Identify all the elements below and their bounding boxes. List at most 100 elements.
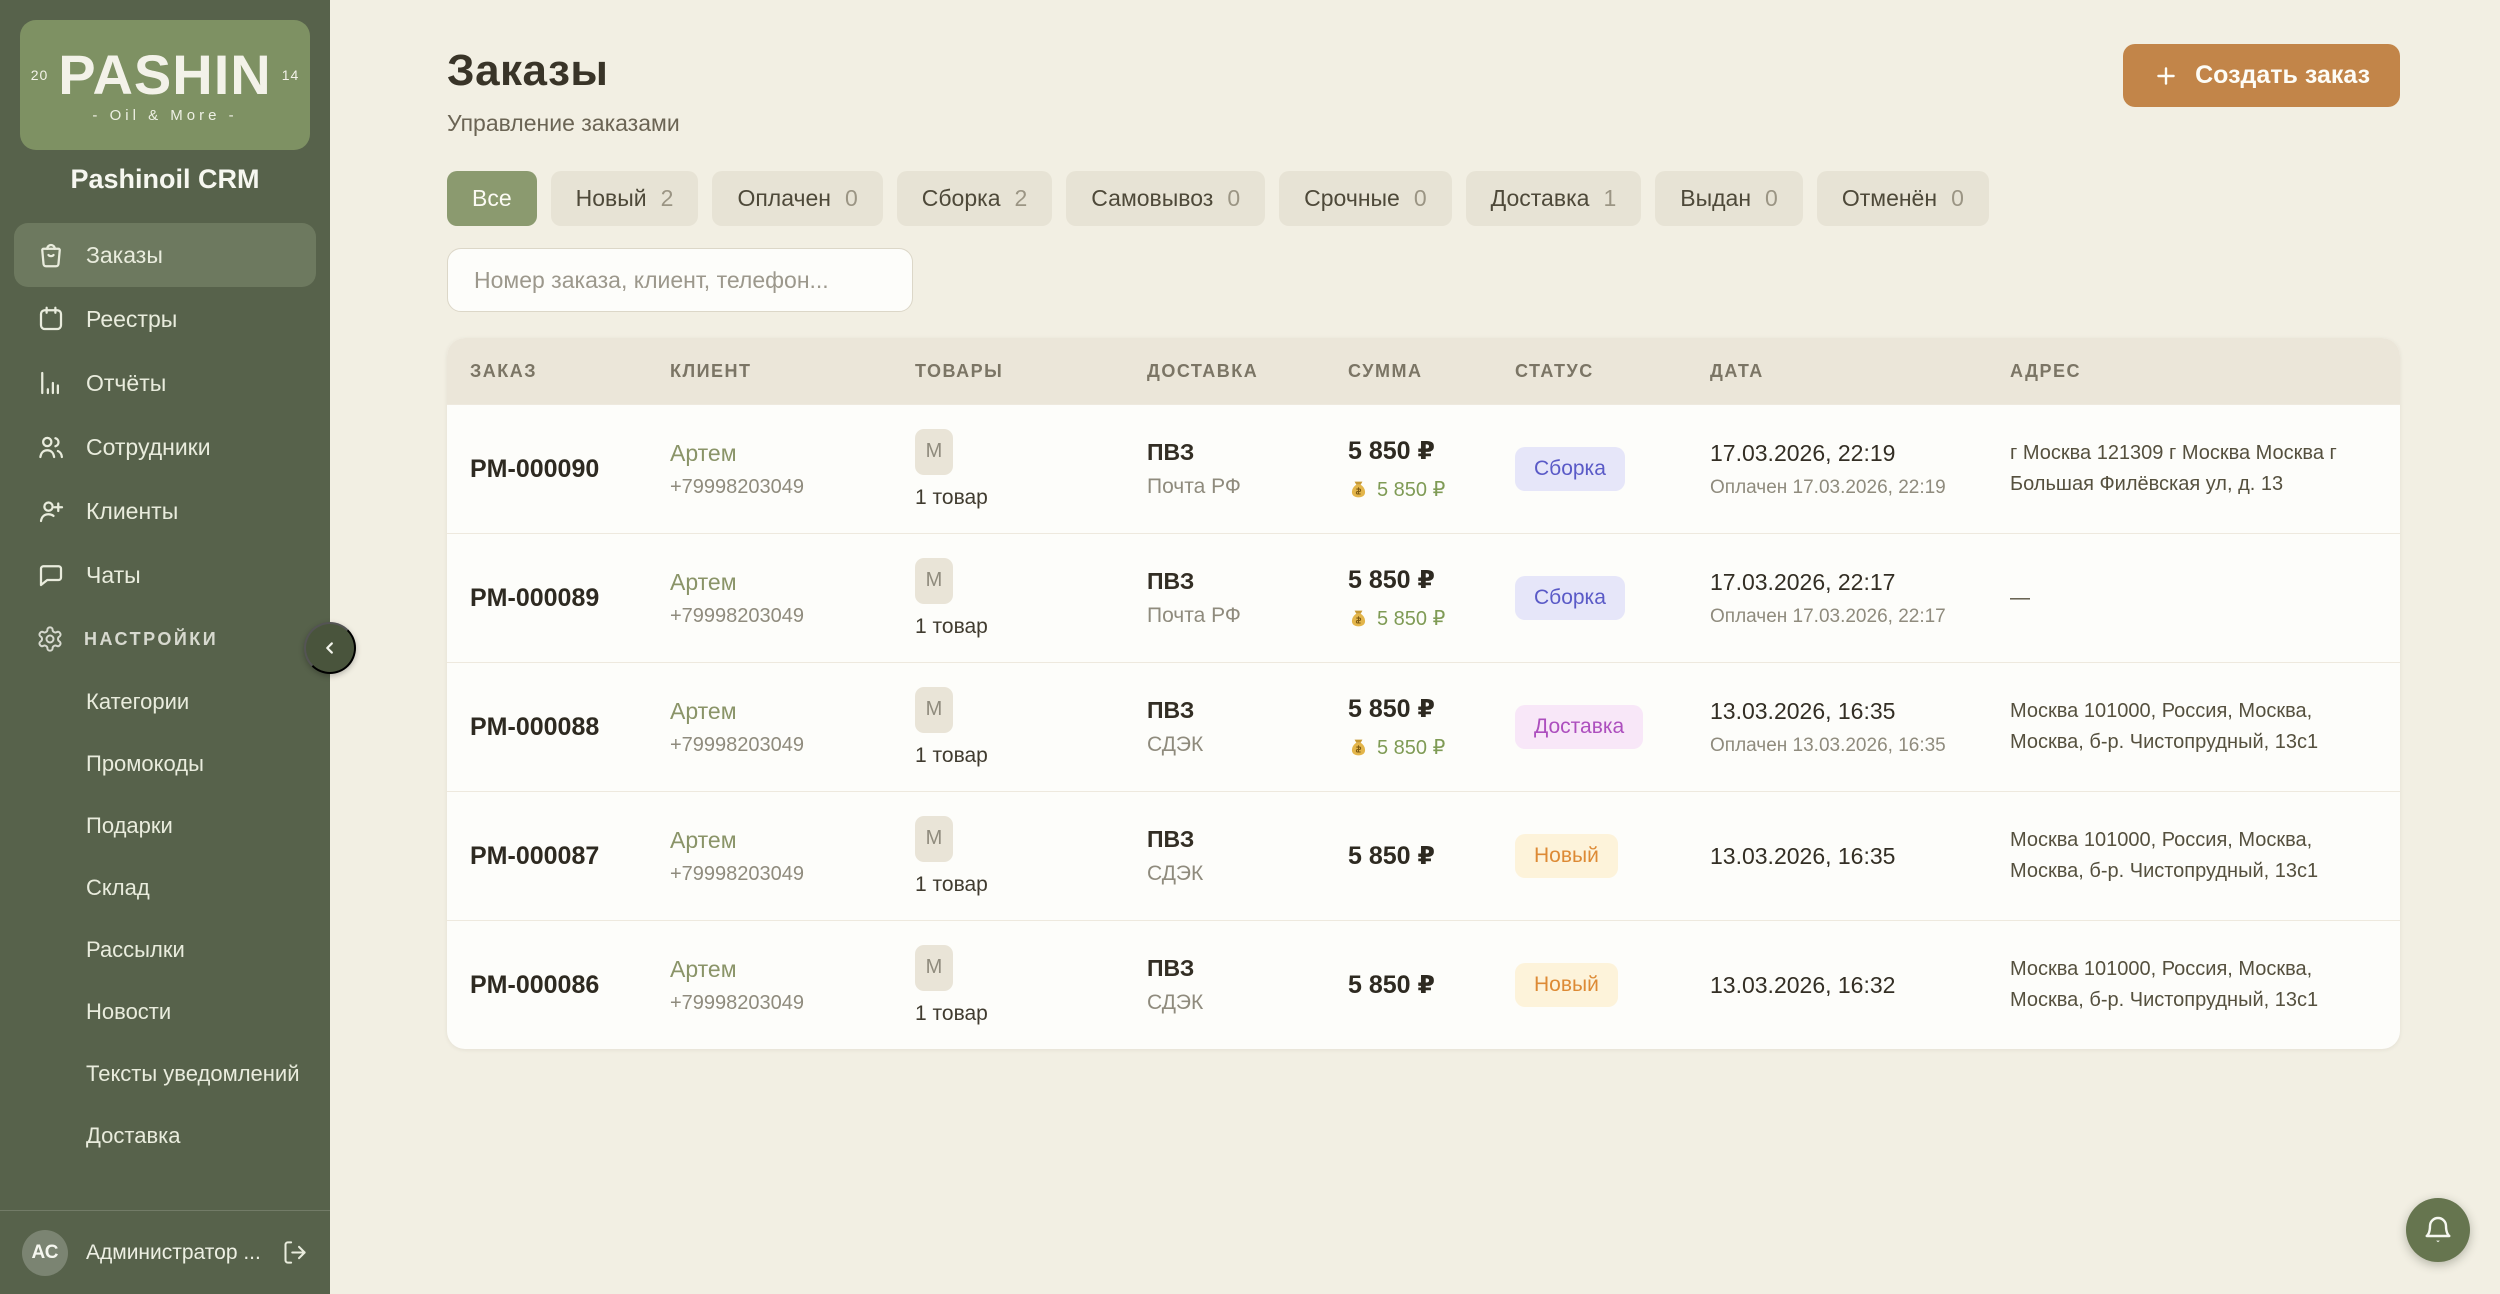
order-sum: 5 850 ₽ [1348, 695, 1435, 723]
user-name: Администратор ... [86, 1240, 261, 1264]
sidebar-section-settings[interactable]: НАСТРОЙКИ [14, 607, 316, 671]
delivery-type: ПВЗ [1147, 955, 1195, 981]
filter-chip-label: Новый [575, 185, 647, 211]
status-badge: Новый [1515, 834, 1618, 878]
settings-submenu-item[interactable]: Промокоды [14, 733, 316, 795]
settings-submenu-item[interactable]: Тексты уведомлений [14, 1043, 316, 1105]
sidebar-item-employees[interactable]: Сотрудники [14, 415, 316, 479]
items-cell: M 1 товар [915, 428, 1147, 510]
column-header-address: АДРЕС [2010, 360, 2082, 381]
settings-submenu-item[interactable]: Доставка [14, 1105, 316, 1167]
date-cell: 17.03.2026, 22:19 Оплачен 17.03.2026, 22… [1710, 440, 2010, 499]
sidebar: 20 PASHIN 14 - Oil & More - Pashinoil CR… [0, 0, 330, 1294]
settings-submenu-item[interactable]: Новости [14, 981, 316, 1043]
order-address: Москва 101000, Россия, Москва, Москва, б… [2010, 700, 2319, 753]
notifications-fab[interactable] [2406, 1198, 2470, 1262]
search-input[interactable] [447, 248, 913, 312]
sidebar-item-orders[interactable]: Заказы [14, 223, 316, 287]
table-row[interactable]: PM-000089 Артем +79998203049 M 1 товар П… [447, 533, 2400, 662]
calendar-icon [39, 306, 63, 331]
logo-tagline: - Oil & More - [92, 106, 238, 124]
users-icon [39, 436, 63, 459]
date-cell: 13.03.2026, 16:35 [1710, 843, 2010, 870]
delivery-carrier: Почта РФ [1147, 604, 1241, 627]
sum-cell: 5 850 ₽ [1348, 970, 1515, 1000]
submenu-item-label: Тексты уведомлений [86, 1061, 300, 1086]
settings-submenu-item[interactable]: Склад [14, 857, 316, 919]
submenu-item-label: Промокоды [86, 751, 204, 776]
orders-table: ЗАКАЗ КЛИЕНТ ТОВАРЫ ДОСТАВКА СУММА СТАТУ… [447, 338, 2400, 1049]
column-header-status: СТАТУС [1515, 360, 1594, 381]
filter-chip[interactable]: Срочные 0 [1279, 171, 1452, 226]
filter-chip[interactable]: Доставка 1 [1465, 171, 1642, 226]
filter-chip[interactable]: Новый 2 [550, 171, 699, 226]
table-row[interactable]: PM-000090 Артем +79998203049 M 1 товар П… [447, 404, 2400, 533]
delivery-cell: ПВЗ СДЭК [1147, 955, 1348, 1015]
user-plus-icon [39, 501, 64, 523]
items-count: 1 товар [915, 614, 988, 638]
paid-date: Оплачен 13.03.2026, 16:35 [1710, 734, 1946, 756]
sidebar-item-chats[interactable]: Чаты [14, 543, 316, 607]
sidebar-item-registries[interactable]: Реестры [14, 287, 316, 351]
size-badge: M [915, 428, 953, 475]
items-cell: M 1 товар [915, 686, 1147, 768]
brand-logo: 20 PASHIN 14 - Oil & More - [20, 20, 310, 150]
order-address: — [2010, 586, 2030, 609]
table-body: PM-000090 Артем +79998203049 M 1 товар П… [447, 404, 2400, 1049]
items-count: 1 товар [915, 1001, 988, 1025]
paid-sum: 5 850 ₽ [1377, 737, 1446, 759]
page-subtitle: Управление заказами [447, 110, 680, 136]
sidebar-collapse-button[interactable] [304, 622, 356, 674]
settings-submenu-item[interactable]: Рассылки [14, 919, 316, 981]
filter-chip[interactable]: Выдан 0 [1655, 171, 1803, 226]
items-cell: M 1 товар [915, 815, 1147, 897]
crm-app: { "colors": { "sidebar_bg": "#57624b", "… [0, 0, 2500, 1294]
client-phone: +79998203049 [670, 733, 805, 756]
filter-chip[interactable]: Оплачен 0 [712, 171, 883, 226]
date-cell: 17.03.2026, 22:17 Оплачен 17.03.2026, 22… [1710, 569, 2010, 628]
order-sum: 5 850 ₽ [1348, 437, 1435, 465]
logout-button[interactable] [281, 1239, 308, 1266]
settings-submenu-item[interactable]: Категории [14, 671, 316, 733]
delivery-cell: ПВЗ Почта РФ [1147, 568, 1348, 628]
sidebar-item-clients[interactable]: Клиенты [14, 479, 316, 543]
client-name: Артем [670, 439, 737, 466]
order-id: PM-000090 [470, 454, 600, 483]
sidebar-item-reports[interactable]: Отчёты [14, 351, 316, 415]
status-cell: Сборка [1515, 576, 1710, 620]
create-order-button[interactable]: Создать заказ [2123, 44, 2400, 107]
sidebar-item-label: Отчёты [86, 369, 167, 396]
order-sum: 5 850 ₽ [1348, 971, 1435, 999]
size-badge: M [915, 815, 953, 862]
settings-submenu-item[interactable]: Подарки [14, 795, 316, 857]
filter-chip-count: 1 [1603, 185, 1617, 211]
status-filter-bar: Все Новый 2 Оплачен 0 Сборка 2 Самовывоз… [447, 171, 2400, 226]
size-badge: M [915, 686, 953, 733]
client-phone: +79998203049 [670, 475, 805, 498]
client-cell: Артем +79998203049 [670, 440, 915, 499]
filter-chip-label: Срочные [1304, 185, 1400, 211]
status-cell: Сборка [1515, 447, 1710, 491]
filter-chip-count: 0 [1765, 185, 1778, 211]
filter-chip[interactable]: Сборка 2 [896, 171, 1053, 226]
client-cell: Артем +79998203049 [670, 569, 915, 628]
filter-chip-label: Сборка [921, 185, 1001, 211]
client-name: Артем [670, 568, 737, 595]
filter-chip[interactable]: Самовывоз 0 [1066, 171, 1266, 226]
sum-cell: 5 850 ₽ 5 850 ₽ [1348, 694, 1515, 760]
filter-chip-label: Отменён [1841, 185, 1938, 211]
settings-submenu: Категории Промокоды Подарки Склад Рассыл… [14, 671, 316, 1167]
status-cell: Новый [1515, 834, 1710, 878]
avatar[interactable]: АС [22, 1229, 68, 1276]
paid-sum: 5 850 ₽ [1377, 479, 1446, 501]
table-row[interactable]: PM-000087 Артем +79998203049 M 1 товар П… [447, 791, 2400, 920]
table-row[interactable]: PM-000088 Артем +79998203049 M 1 товар П… [447, 662, 2400, 791]
filter-chip-label: Оплачен [737, 185, 831, 211]
filter-chip[interactable]: Все [447, 171, 537, 226]
status-cell: Новый [1515, 963, 1710, 1007]
table-row[interactable]: PM-000086 Артем +79998203049 M 1 товар П… [447, 920, 2400, 1049]
sidebar-item-label: Сотрудники [86, 433, 211, 460]
status-badge: Доставка [1515, 705, 1644, 749]
filter-chip[interactable]: Отменён 0 [1816, 171, 1989, 226]
money-bag-icon [1351, 610, 1366, 627]
